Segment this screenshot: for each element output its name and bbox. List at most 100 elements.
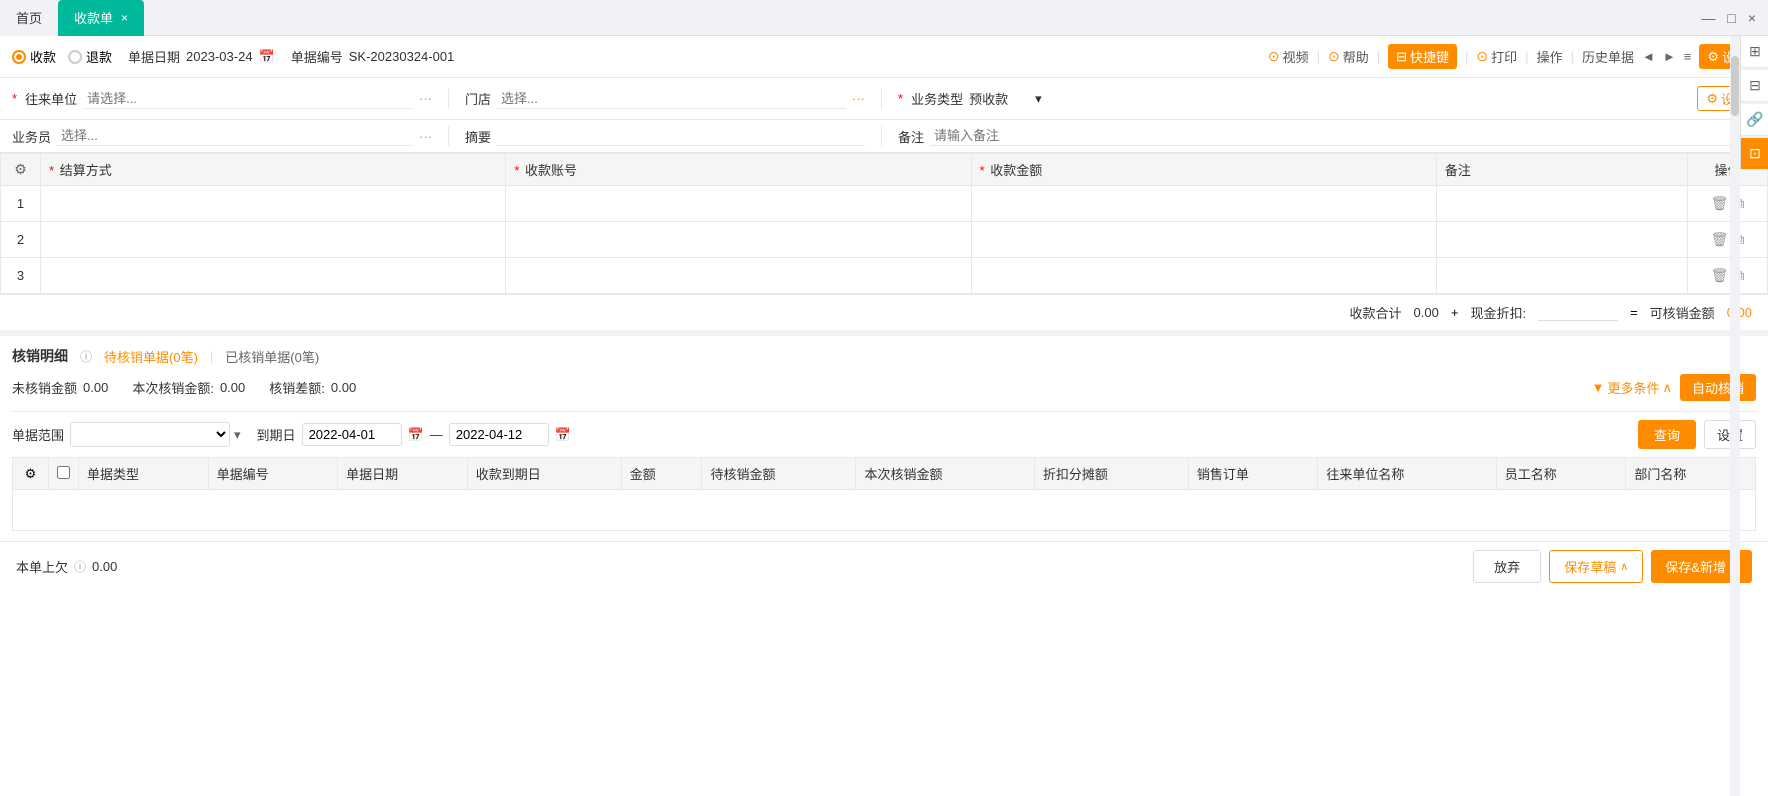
list-view-icon[interactable]: ≡	[1684, 49, 1692, 64]
tab-receipts[interactable]: 收款单 ×	[58, 0, 144, 36]
tab-home-label: 首页	[16, 8, 42, 27]
window-restore-icon[interactable]: □	[1723, 8, 1739, 28]
bottom-col-2-th: 单据日期	[338, 458, 468, 490]
table-settings-th: ⚙	[1, 154, 41, 186]
date-field: 单据日期 2023-03-24 📅	[128, 47, 275, 66]
nav-left-icon[interactable]: ◄	[1642, 49, 1655, 64]
bottom-col-4-th: 金额	[621, 458, 702, 490]
calendar-from-icon[interactable]: 📅	[408, 427, 424, 443]
salesperson-more-icon[interactable]: ···	[419, 129, 432, 144]
from-unit-input[interactable]	[83, 89, 413, 109]
cell-amount[interactable]	[971, 258, 1436, 294]
divider-4	[881, 126, 882, 146]
footer-right: 放弃 保存草稿 ∧ 保存&新增 ∧	[1473, 550, 1752, 583]
tab-close-icon[interactable]: ×	[121, 11, 128, 25]
tool-video[interactable]: ⊙ 视频	[1268, 47, 1309, 66]
verify-pending-tab[interactable]: 待核销单据(0笔)	[104, 347, 198, 366]
due-date-field: 到期日 📅 — 📅	[257, 423, 571, 446]
auto-verify-btn[interactable]: 自动核销	[1680, 374, 1756, 401]
bottom-check-all[interactable]	[57, 466, 70, 479]
tab-bar: 首页 收款单 × — □ ×	[0, 0, 1768, 36]
sidebar-active-icon[interactable]: ⊡	[1741, 138, 1768, 170]
cell-amount[interactable]	[971, 222, 1436, 258]
save-new-label: 保存&新增	[1665, 557, 1726, 576]
cell-settle[interactable]	[41, 258, 506, 294]
window-minimize-icon[interactable]: —	[1697, 8, 1719, 28]
verify-done-tab[interactable]: 已核销单据(0笔)	[225, 347, 319, 366]
tool-operations[interactable]: 操作	[1537, 47, 1563, 66]
cell-amount[interactable]	[971, 186, 1436, 222]
cell-remark[interactable]	[1436, 222, 1687, 258]
cell-account[interactable]	[506, 258, 971, 294]
date-from-input[interactable]	[302, 423, 402, 446]
scroll-thumb[interactable]	[1731, 56, 1739, 116]
range-chevron-icon: ▾	[234, 427, 241, 443]
footer: 本单上欠 ⓘ 0.00 放弃 保存草稿 ∧ 保存&新增 ∧	[0, 541, 1768, 591]
from-unit-more-icon[interactable]: ···	[419, 91, 432, 106]
cell-remark[interactable]	[1436, 258, 1687, 294]
tool-print[interactable]: ⊙ 打印	[1476, 47, 1517, 66]
bottom-gear-btn[interactable]: ⚙	[25, 466, 37, 482]
cell-settle[interactable]	[41, 186, 506, 222]
remark-input[interactable]	[930, 126, 1756, 146]
footer-info-icon[interactable]: ⓘ	[74, 558, 86, 575]
receipt-table: ⚙ * 结算方式 * 收款账号 * 收款金额 备注	[0, 153, 1768, 294]
row-delete-icon[interactable]: 🗑	[1711, 195, 1729, 212]
range-select[interactable]	[70, 422, 230, 447]
radio-refund[interactable]: 退款	[68, 47, 112, 66]
radio-receipt-label: 收款	[30, 47, 56, 66]
cell-remark[interactable]	[1436, 186, 1687, 222]
shortcut-label: 快捷键	[1410, 47, 1449, 66]
verify-info-icon[interactable]: ⓘ	[80, 348, 92, 365]
verify-header: 核销明细 ⓘ 待核销单据(0笔) | 已核销单据(0笔)	[12, 346, 1756, 366]
print-icon: ⊙	[1476, 48, 1488, 65]
nav-right-icon[interactable]: ►	[1663, 49, 1676, 64]
footer-prev-value: 0.00	[92, 559, 117, 574]
window-close-icon[interactable]: ×	[1744, 8, 1760, 28]
help-icon: ⊙	[1328, 48, 1340, 65]
discard-btn[interactable]: 放弃	[1473, 550, 1541, 583]
more-cond-chevron: ∧	[1662, 380, 1672, 396]
sidebar-table-icon[interactable]: ⊞	[1741, 36, 1768, 68]
store-group: 门店 ···	[465, 89, 865, 109]
footer-prev-label: 本单上欠	[16, 557, 68, 576]
bottom-table-wrap: ⚙单据类型单据编号单据日期收款到期日金额待核销金额本次核销金额折扣分摊额销售订单…	[12, 457, 1756, 531]
calendar-icon[interactable]: 📅	[259, 49, 275, 65]
cell-account[interactable]	[506, 222, 971, 258]
tab-home[interactable]: 首页	[0, 0, 58, 36]
row-delete-icon[interactable]: 🗑	[1711, 267, 1729, 284]
cell-settle[interactable]	[41, 222, 506, 258]
fields-row-2: 业务员 ··· 摘要 备注	[0, 120, 1768, 153]
salesperson-label: 业务员	[12, 127, 51, 146]
store-more-icon[interactable]: ···	[852, 91, 865, 106]
table-gear-btn[interactable]: ⚙	[14, 161, 27, 178]
radio-receipt[interactable]: 收款	[12, 47, 56, 66]
unchecked-label: 未核销金额	[12, 378, 77, 397]
row-delete-icon[interactable]: 🗑	[1711, 231, 1729, 248]
cell-account[interactable]	[506, 186, 971, 222]
calendar-to-icon[interactable]: 📅	[555, 427, 571, 443]
radio-refund-dot	[68, 50, 82, 64]
more-cond-btn[interactable]: ▼ 更多条件 ∧	[1592, 378, 1672, 397]
video-label: 视频	[1283, 47, 1309, 66]
range-field: 单据范围 ▾	[12, 422, 241, 447]
date-to-input[interactable]	[449, 423, 549, 446]
number-value: SK-20230324-001	[349, 49, 455, 64]
range-dropdown[interactable]: ▾	[70, 422, 241, 447]
shortcut-btn[interactable]: ⊟ 快捷键	[1388, 44, 1457, 69]
biz-type-chevron-icon[interactable]: ▾	[1035, 91, 1042, 107]
tool-history[interactable]: 历史单据	[1582, 47, 1634, 66]
sidebar-attach-icon[interactable]: 🔗	[1741, 104, 1768, 136]
summary-input[interactable]	[497, 126, 865, 146]
salesperson-input[interactable]	[57, 126, 413, 146]
stat-unchecked: 未核销金额 0.00	[12, 378, 108, 397]
tool-help[interactable]: ⊙ 帮助	[1328, 47, 1369, 66]
summary-discount-input[interactable]	[1538, 305, 1618, 321]
sidebar-document-icon[interactable]: ⊟	[1741, 70, 1768, 102]
divider-2	[881, 89, 882, 109]
query-btn[interactable]: 查询	[1638, 420, 1696, 449]
summary-label: 摘要	[465, 127, 491, 146]
store-input[interactable]	[497, 89, 846, 109]
remark-group: 备注	[898, 126, 1756, 146]
draft-btn[interactable]: 保存草稿 ∧	[1549, 550, 1643, 583]
